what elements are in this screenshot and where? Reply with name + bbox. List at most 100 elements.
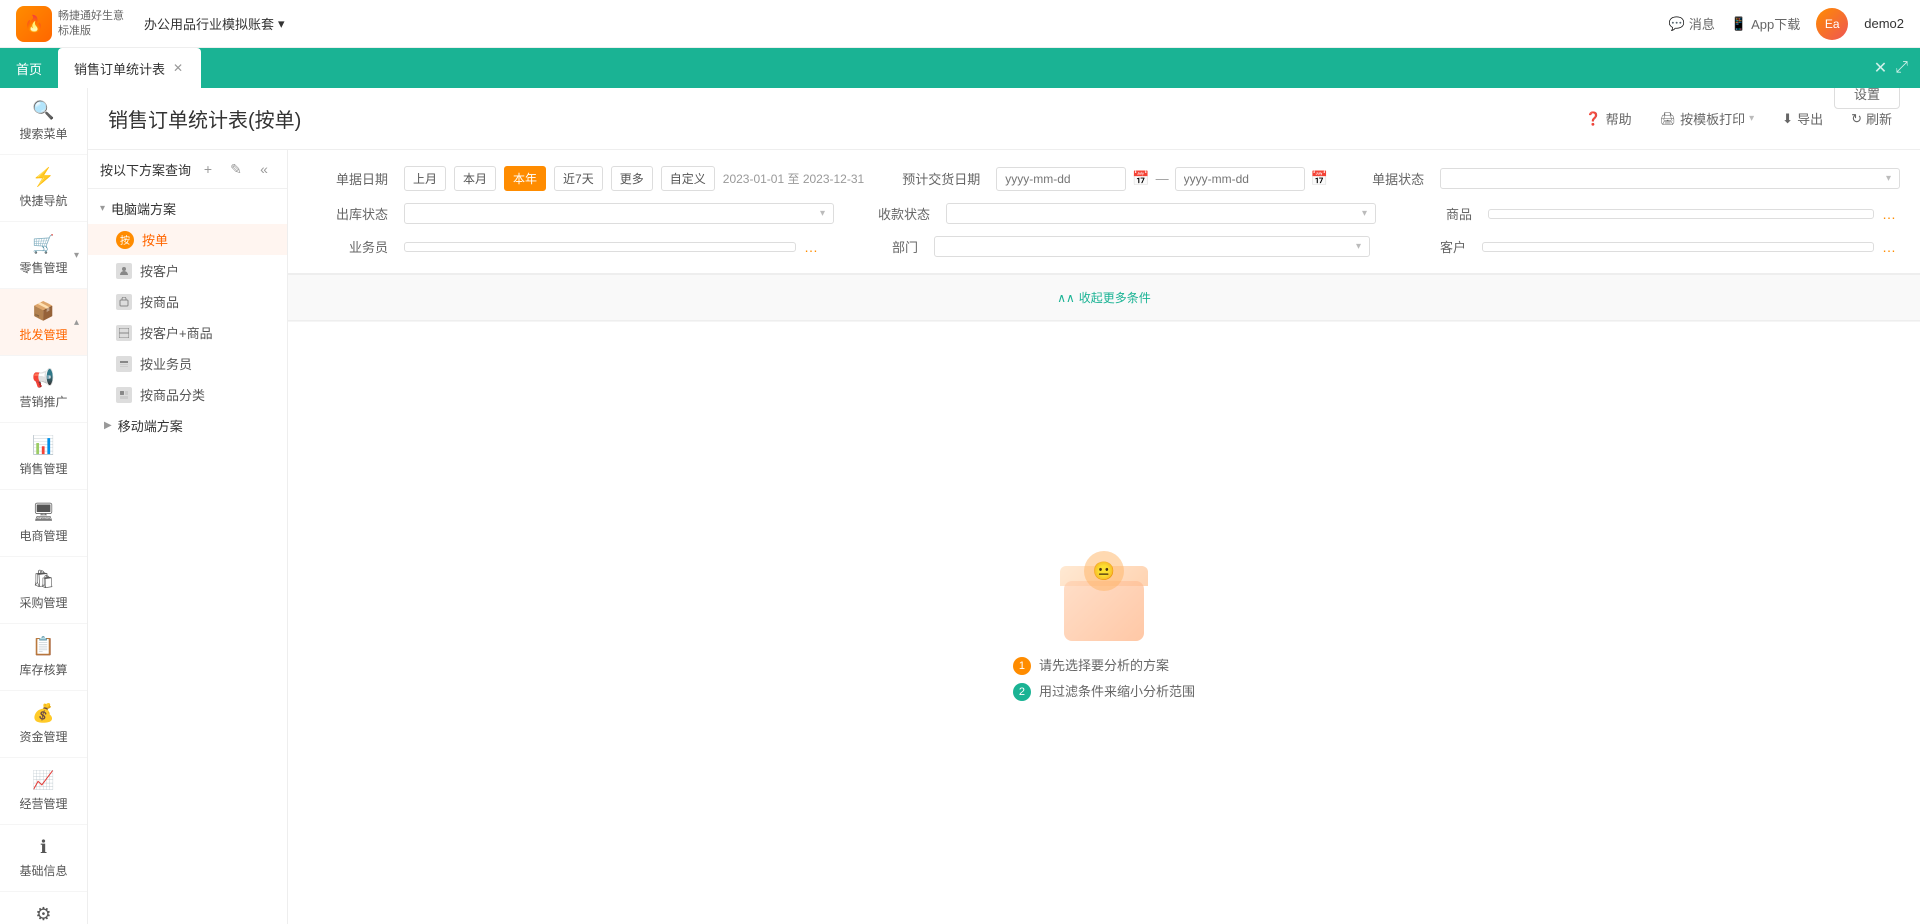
- sidebar-item-ecommerce[interactable]: 🖥 电商管理: [0, 490, 87, 557]
- filter-area: 单据日期 上月 本月 本年 近7天 更多 自定义 2023-01-01 至 20…: [288, 150, 1920, 274]
- calendar-from-icon[interactable]: 📅: [1132, 170, 1149, 187]
- sidebar-item-retail[interactable]: 🛒 零售管理 ▾: [0, 222, 87, 289]
- mobile-group-arrow-icon: ▶: [104, 420, 112, 431]
- message-icon: 💬: [1669, 16, 1685, 32]
- salesperson-select[interactable]: [404, 242, 796, 252]
- layout: 🔍 搜索菜单 ⚡ 快捷导航 🛒 零售管理 ▾ 📦 批发管理 ▴ 📢 营销推广: [0, 88, 1920, 924]
- goods-label: 商品: [1392, 204, 1472, 223]
- expected-date-from[interactable]: [996, 167, 1126, 191]
- scheme-customer-icon: [116, 263, 132, 279]
- date-btn-more[interactable]: 更多: [611, 166, 653, 191]
- filter-row-3: 业务员 … 部门 ▾ 客户: [308, 236, 1900, 257]
- date-range: 2023-01-01 至 2023-12-31: [723, 170, 864, 187]
- user-avatar[interactable]: Ea: [1816, 8, 1848, 40]
- sales-icon: 📊: [32, 435, 54, 456]
- date-label: 单据日期: [308, 169, 388, 188]
- sidebar-item-operations[interactable]: 📈 经营管理: [0, 758, 87, 825]
- scheme-item-by-customer[interactable]: 按客户: [88, 255, 287, 286]
- hint-item-2: 2 用过滤条件来缩小分析范围: [1013, 679, 1195, 705]
- edit-scheme-button[interactable]: ✎: [225, 158, 247, 180]
- sidebar-item-marketing[interactable]: 📢 营销推广: [0, 356, 87, 423]
- sidebar-item-quicknav[interactable]: ⚡ 快捷导航: [0, 155, 87, 222]
- scheme-item-by-goods-category[interactable]: 按商品分类: [88, 379, 287, 410]
- home-tab-label: 首页: [16, 59, 42, 78]
- minimize-icon[interactable]: ✕: [1874, 58, 1887, 78]
- collapse-button[interactable]: ∧∧ 收起更多条件: [1051, 283, 1157, 312]
- export-button[interactable]: ⬇ 导出: [1774, 105, 1831, 132]
- hint-num-1: 1: [1013, 657, 1031, 675]
- date-btn-7days[interactable]: 近7天: [554, 166, 603, 191]
- tab-home[interactable]: 首页: [0, 48, 58, 88]
- sidebar-item-inventory[interactable]: 📋 库存核算: [0, 624, 87, 691]
- status-label: 单据状态: [1344, 169, 1424, 188]
- scheme-item-by-order[interactable]: 按 按单: [88, 224, 287, 255]
- date-btn-last-month[interactable]: 上月: [404, 166, 446, 191]
- group-expand-icon: ▾: [100, 203, 105, 214]
- salesperson-more-icon[interactable]: …: [800, 237, 822, 257]
- date-btn-custom[interactable]: 自定义: [661, 166, 715, 191]
- logo-area: 🔥 畅捷通好生意 标准版: [16, 6, 124, 42]
- date-btn-this-year[interactable]: 本年: [504, 166, 546, 191]
- hint-item-1: 1 请先选择要分析的方案: [1013, 653, 1195, 679]
- sidebar-item-search[interactable]: 🔍 搜索菜单: [0, 88, 87, 155]
- sales-tab-label: 销售订单统计表: [74, 59, 165, 78]
- receipt-status-select[interactable]: ▾: [946, 203, 1376, 224]
- department-select[interactable]: ▾: [934, 236, 1370, 257]
- download-icon: 📱: [1731, 16, 1747, 32]
- template-print-button[interactable]: 🖨 按模板打印 ▾: [1652, 105, 1763, 132]
- date-btn-this-month[interactable]: 本月: [454, 166, 496, 191]
- scheme-item-by-goods[interactable]: 按商品: [88, 286, 287, 317]
- customer-more-icon[interactable]: …: [1878, 237, 1900, 257]
- chevron-down-icon: ▾: [278, 16, 285, 32]
- help-button[interactable]: ❓ 帮助: [1577, 105, 1639, 132]
- sidebar-item-basic[interactable]: ℹ 基础信息: [0, 825, 87, 892]
- expected-date-to[interactable]: [1175, 167, 1305, 191]
- calendar-to-icon[interactable]: 📅: [1311, 170, 1328, 187]
- status-select[interactable]: ▾: [1440, 168, 1900, 189]
- refresh-button[interactable]: ↻ 刷新: [1843, 105, 1900, 132]
- scheme-group-mobile[interactable]: ▶ 移动端方案: [88, 410, 287, 441]
- tab-close-icon[interactable]: ✕: [171, 59, 185, 77]
- maximize-icon[interactable]: ⤢: [1895, 59, 1908, 77]
- goods-more-icon[interactable]: …: [1878, 204, 1900, 224]
- tab-sales-order[interactable]: 销售订单统计表 ✕: [58, 48, 201, 88]
- wholesale-arrow-icon: ▴: [74, 317, 79, 328]
- logo-icon: 🔥: [16, 6, 52, 42]
- app-download-button[interactable]: 📱 App下载: [1731, 14, 1800, 33]
- sidebar-item-purchase[interactable]: 🛍 采购管理: [0, 557, 87, 624]
- message-button[interactable]: 💬 消息: [1669, 14, 1715, 33]
- collapse-panel-button[interactable]: «: [253, 158, 275, 180]
- scheme-item-by-customer-goods[interactable]: 按客户+商品: [88, 317, 287, 348]
- user-name[interactable]: demo2: [1864, 16, 1904, 31]
- add-scheme-button[interactable]: +: [197, 158, 219, 180]
- print-arrow-icon: ▾: [1749, 113, 1754, 124]
- inventory-icon: 📋: [32, 636, 54, 657]
- filter-row-2: 出库状态 ▾ 收款状态 ▾ 商品: [308, 203, 1900, 224]
- sidebar-item-finance[interactable]: 💰 资金管理: [0, 691, 87, 758]
- purchase-icon: 🛍: [32, 569, 55, 590]
- company-selector[interactable]: 办公用品行业模拟账套 ▾: [136, 10, 293, 37]
- tab-bar: 首页 销售订单统计表 ✕ ✕ ⤢: [0, 48, 1920, 88]
- logo-text: 畅捷通好生意 标准版: [58, 9, 124, 38]
- help-icon: ❓: [1585, 111, 1601, 127]
- out-status-label: 出库状态: [308, 204, 388, 223]
- sidebar-item-sales[interactable]: 📊 销售管理: [0, 423, 87, 490]
- customer-label: 客户: [1386, 237, 1466, 256]
- retail-arrow-icon: ▾: [74, 250, 79, 261]
- goods-select[interactable]: [1488, 209, 1874, 219]
- sidebar-item-wholesale[interactable]: 📦 批发管理 ▴: [0, 289, 87, 356]
- settings-button[interactable]: 设置: [1834, 88, 1900, 109]
- empty-hints: 1 请先选择要分析的方案 2 用过滤条件来缩小分析范围: [1013, 653, 1195, 705]
- scheme-item-by-salesperson[interactable]: 按业务员: [88, 348, 287, 379]
- date-separator: —: [1156, 171, 1169, 186]
- status-dropdown-icon: ▾: [1886, 173, 1891, 184]
- collapse-row: ∧∧ 收起更多条件: [288, 274, 1920, 321]
- scheme-group-pc[interactable]: ▾ 电脑端方案: [88, 193, 287, 224]
- out-status-select[interactable]: ▾: [404, 203, 834, 224]
- sidebar-item-system[interactable]: ⚙ 系统管理: [0, 892, 87, 924]
- department-label: 部门: [838, 237, 918, 256]
- expected-date-label: 预计交货日期: [880, 169, 980, 188]
- filter-row-1: 单据日期 上月 本月 本年 近7天 更多 自定义 2023-01-01 至 20…: [308, 166, 1900, 191]
- customer-select[interactable]: [1482, 242, 1874, 252]
- out-status-dropdown-icon: ▾: [820, 208, 825, 219]
